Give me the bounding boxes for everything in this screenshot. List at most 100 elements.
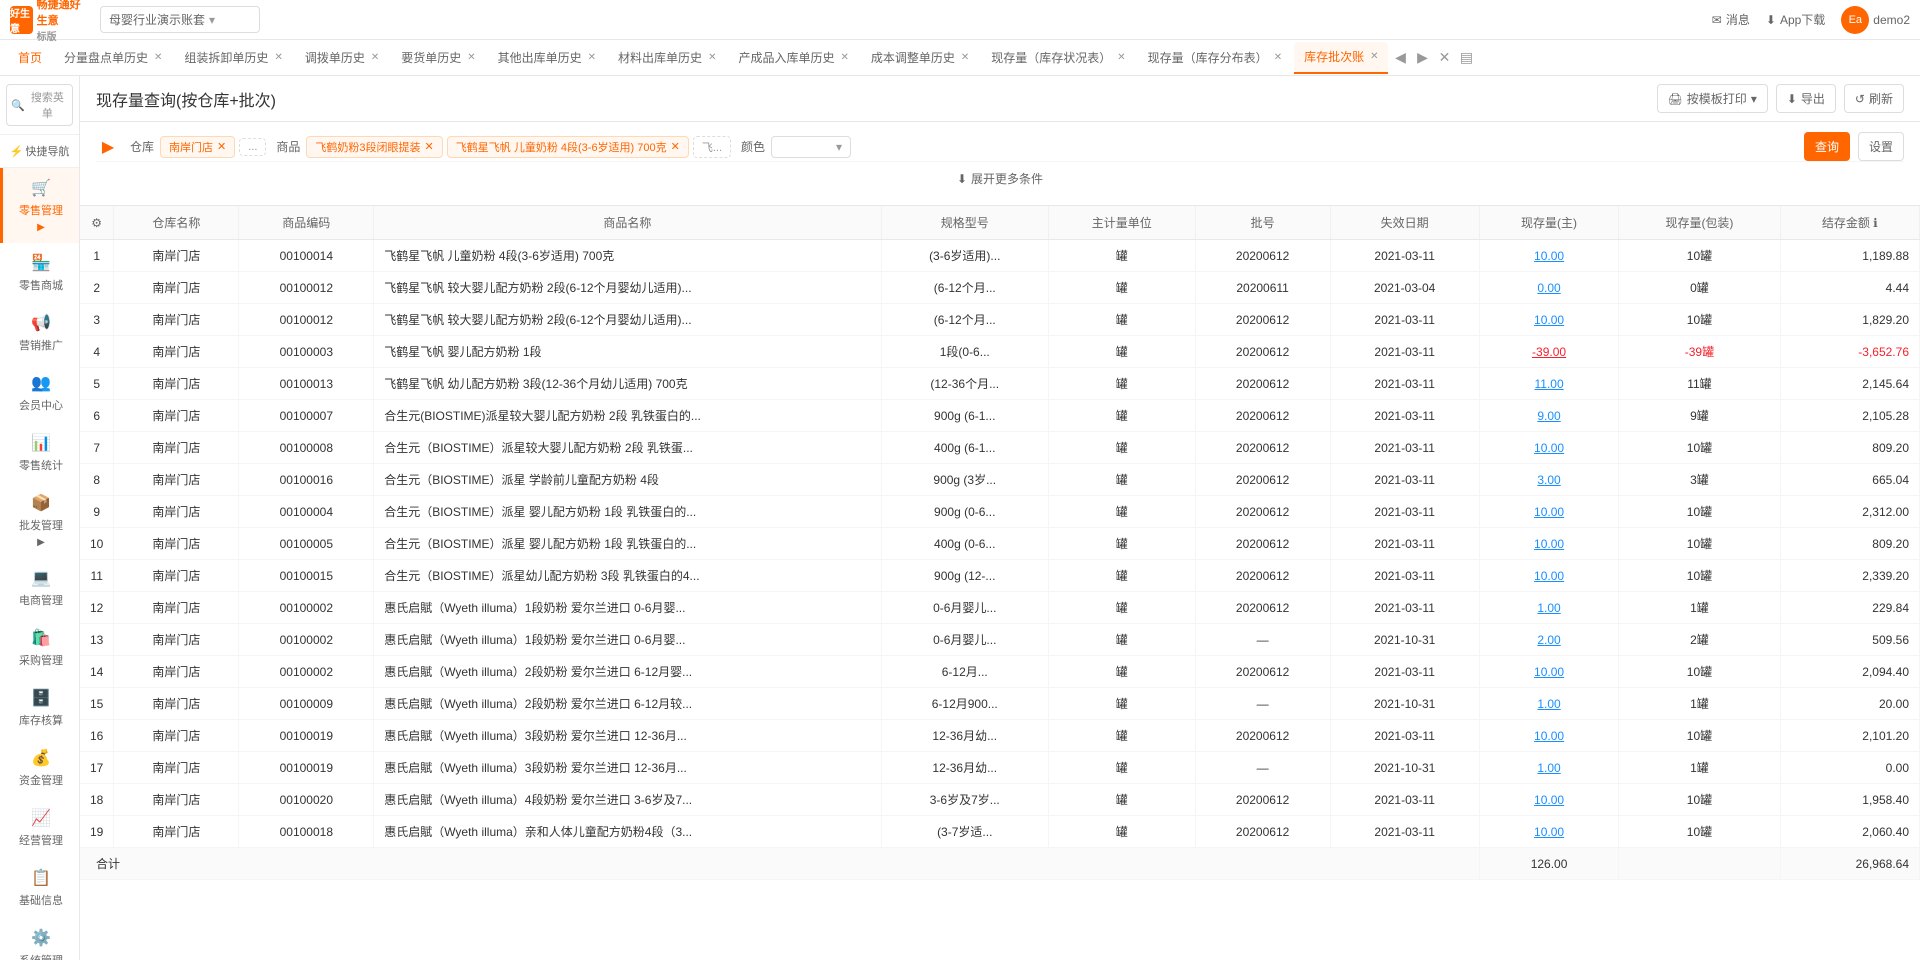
color-input[interactable]: ▾: [771, 136, 851, 158]
tab-close-9[interactable]: ✕: [1117, 52, 1125, 63]
row-qty[interactable]: 10.00: [1479, 784, 1619, 816]
tab-3[interactable]: 调拨单历史 ✕: [295, 42, 389, 74]
row-qty[interactable]: 10.00: [1479, 304, 1619, 336]
tab-close-7[interactable]: ✕: [840, 52, 848, 63]
search-menu-btn[interactable]: 🔍 搜索英单: [6, 84, 73, 126]
sidebar-item-business[interactable]: 📈 经营管理: [0, 798, 79, 858]
sidebar-item-inventory[interactable]: 🗄️ 库存核算: [0, 678, 79, 738]
export-btn[interactable]: ⬇ 导出: [1776, 84, 1836, 113]
tab-menu-btn[interactable]: ▤: [1456, 48, 1476, 68]
settings-col-icon[interactable]: ⚙: [91, 216, 102, 230]
tab-2[interactable]: 组装拆卸单历史 ✕: [174, 42, 292, 74]
qty-link[interactable]: 10.00: [1534, 825, 1564, 839]
qty-link[interactable]: 11.00: [1534, 377, 1563, 391]
tab-next-btn[interactable]: ▶: [1412, 48, 1432, 68]
expand-more-btn[interactable]: ⬇ 展开更多条件: [949, 166, 1051, 191]
row-qty[interactable]: 11.00: [1479, 368, 1619, 400]
row-qty[interactable]: 10.00: [1479, 656, 1619, 688]
row-qty[interactable]: 10.00: [1479, 560, 1619, 592]
row-qty[interactable]: 10.00: [1479, 496, 1619, 528]
qty-link[interactable]: 9.00: [1537, 409, 1560, 423]
row-qty[interactable]: 3.00: [1479, 464, 1619, 496]
tab-11[interactable]: 库存批次账 ✕: [1294, 42, 1388, 74]
settings-filter-btn[interactable]: 设置: [1858, 132, 1904, 161]
tab-close-4[interactable]: ✕: [467, 52, 475, 63]
messages-btn[interactable]: ✉ 消息: [1712, 11, 1750, 28]
qty-link[interactable]: -39.00: [1532, 345, 1566, 359]
qty-link[interactable]: 10.00: [1534, 793, 1564, 807]
goods-tag-close-0[interactable]: ✕: [425, 140, 434, 153]
tab-1[interactable]: 分量盘点单历史 ✕: [54, 42, 172, 74]
sidebar-item-purchase[interactable]: 🛍️ 采购管理: [0, 618, 79, 678]
tab-4[interactable]: 要货单历史 ✕: [391, 42, 485, 74]
tab-close-6[interactable]: ✕: [708, 52, 716, 63]
tab-close-8[interactable]: ✕: [961, 52, 969, 63]
row-qty[interactable]: 2.00: [1479, 624, 1619, 656]
tab-close-1[interactable]: ✕: [154, 52, 162, 63]
tab-close-2[interactable]: ✕: [274, 52, 282, 63]
sidebar-item-ecommerce[interactable]: 💻 电商管理: [0, 558, 79, 618]
qty-link[interactable]: 10.00: [1534, 505, 1564, 519]
qty-link[interactable]: 3.00: [1537, 473, 1560, 487]
tab-close-11[interactable]: ✕: [1370, 51, 1378, 62]
row-qty[interactable]: 10.00: [1479, 720, 1619, 752]
account-selector[interactable]: 母婴行业演示账套 ▾: [100, 6, 260, 33]
row-qty[interactable]: 1.00: [1479, 592, 1619, 624]
sidebar-item-retail[interactable]: 🛒 零售管理 ▶: [0, 168, 79, 243]
tab-9[interactable]: 现存量（库存状况表）✕: [981, 42, 1135, 74]
tab-6[interactable]: 材料出库单历史 ✕: [608, 42, 726, 74]
qty-link[interactable]: 0.00: [1537, 281, 1560, 295]
warehouse-more-btn[interactable]: ...: [239, 138, 266, 156]
qty-link[interactable]: 2.00: [1537, 633, 1560, 647]
quick-nav-btn[interactable]: ⚡ 快捷导航: [6, 139, 73, 163]
sidebar-item-base[interactable]: 📋 基础信息: [0, 858, 79, 918]
sidebar-item-retail-stats[interactable]: 📊 零售统计: [0, 423, 79, 483]
row-qty[interactable]: 10.00: [1479, 432, 1619, 464]
tab-close-3[interactable]: ✕: [371, 52, 379, 63]
sidebar-item-finance[interactable]: 💰 资金管理: [0, 738, 79, 798]
tab-10[interactable]: 现存量（库存分布表）✕: [1138, 42, 1292, 74]
refresh-btn[interactable]: ↺ 刷新: [1844, 84, 1904, 113]
print-btn[interactable]: 🖨 按模板打印 ▾: [1657, 84, 1768, 113]
tab-5[interactable]: 其他出库单历史 ✕: [488, 42, 606, 74]
row-qty[interactable]: 9.00: [1479, 400, 1619, 432]
qty-link[interactable]: 10.00: [1534, 665, 1564, 679]
goods-more-btn[interactable]: 飞...: [693, 136, 731, 158]
goods-tag-0[interactable]: 飞鹤奶粉3段闭眼提装 ✕: [306, 136, 442, 158]
sidebar-item-member[interactable]: 👥 会员中心: [0, 363, 79, 423]
row-qty[interactable]: 0.00: [1479, 272, 1619, 304]
row-qty[interactable]: 10.00: [1479, 240, 1619, 272]
sidebar-item-marketing[interactable]: 📢 营销推广: [0, 303, 79, 363]
qty-link[interactable]: 10.00: [1534, 313, 1564, 327]
qty-link[interactable]: 10.00: [1534, 249, 1564, 263]
user-info[interactable]: Ea demo2: [1841, 6, 1910, 34]
goods-tag-close-1[interactable]: ✕: [671, 140, 680, 153]
qty-link[interactable]: 10.00: [1534, 537, 1564, 551]
tab-close-all-btn[interactable]: ✕: [1434, 48, 1454, 68]
tab-home[interactable]: 首页: [8, 42, 52, 74]
warehouse-tag-close-0[interactable]: ✕: [217, 140, 226, 153]
warehouse-tag-0[interactable]: 南岸门店 ✕: [160, 136, 235, 158]
tab-7[interactable]: 产成品入库单历史 ✕: [728, 42, 858, 74]
sidebar-item-system[interactable]: ⚙️ 系统管理: [0, 918, 79, 960]
sidebar-item-store[interactable]: 🏪 零售商城: [0, 243, 79, 303]
tab-8[interactable]: 成本调整单历史 ✕: [861, 42, 979, 74]
tab-prev-btn[interactable]: ◀: [1390, 48, 1410, 68]
row-qty[interactable]: -39.00: [1479, 336, 1619, 368]
row-qty[interactable]: 1.00: [1479, 752, 1619, 784]
row-qty[interactable]: 10.00: [1479, 816, 1619, 848]
query-btn[interactable]: 查询: [1804, 132, 1850, 161]
app-download-btn[interactable]: ⬇ App下载: [1766, 11, 1825, 28]
qty-link[interactable]: 1.00: [1537, 761, 1560, 775]
tab-close-10[interactable]: ✕: [1274, 52, 1282, 63]
tab-close-5[interactable]: ✕: [588, 52, 596, 63]
goods-tag-1[interactable]: 飞鹤星飞帆 儿童奶粉 4段(3-6岁适用) 700克 ✕: [447, 136, 689, 158]
row-qty[interactable]: 10.00: [1479, 528, 1619, 560]
row-qty[interactable]: 1.00: [1479, 688, 1619, 720]
filter-expand-arrow[interactable]: ▶: [96, 135, 120, 159]
qty-link[interactable]: 1.00: [1537, 601, 1560, 615]
qty-link[interactable]: 10.00: [1534, 729, 1564, 743]
sidebar-item-wholesale[interactable]: 📦 批发管理 ▶: [0, 483, 79, 558]
qty-link[interactable]: 10.00: [1534, 569, 1564, 583]
qty-link[interactable]: 10.00: [1534, 441, 1564, 455]
